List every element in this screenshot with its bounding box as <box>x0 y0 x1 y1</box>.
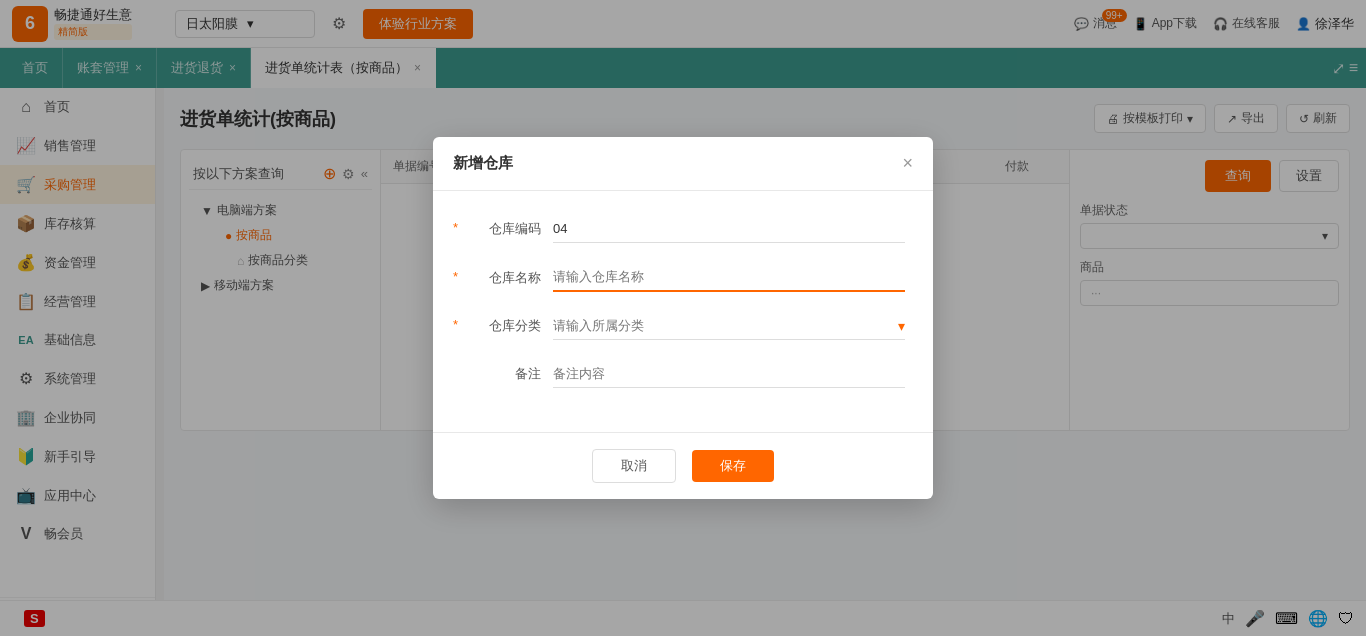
add-warehouse-modal: 新增仓库 × 仓库编码 仓库名称 仓库分类 ▾ <box>433 137 933 499</box>
save-button[interactable]: 保存 <box>692 450 774 482</box>
form-row-note: 备注 <box>461 360 905 388</box>
modal-title: 新增仓库 <box>453 154 902 173</box>
name-input[interactable] <box>553 263 905 292</box>
cancel-button[interactable]: 取消 <box>592 449 676 483</box>
code-label: 仓库编码 <box>461 220 541 238</box>
name-label: 仓库名称 <box>461 269 541 287</box>
modal-footer: 取消 保存 <box>433 432 933 499</box>
category-label: 仓库分类 <box>461 317 541 335</box>
modal-body: 仓库编码 仓库名称 仓库分类 ▾ 备注 <box>433 191 933 432</box>
note-label: 备注 <box>461 365 541 383</box>
modal-header: 新增仓库 × <box>433 137 933 191</box>
form-row-name: 仓库名称 <box>461 263 905 292</box>
modal-close-button[interactable]: × <box>902 153 913 174</box>
category-select-wrapper[interactable]: ▾ <box>553 312 905 340</box>
note-input[interactable] <box>553 360 905 388</box>
form-row-code: 仓库编码 <box>461 215 905 243</box>
code-input[interactable] <box>553 215 905 243</box>
form-row-category: 仓库分类 ▾ <box>461 312 905 340</box>
category-chevron-icon: ▾ <box>898 318 905 334</box>
category-input[interactable] <box>553 312 898 339</box>
modal-overlay: 新增仓库 × 仓库编码 仓库名称 仓库分类 ▾ <box>0 0 1366 636</box>
